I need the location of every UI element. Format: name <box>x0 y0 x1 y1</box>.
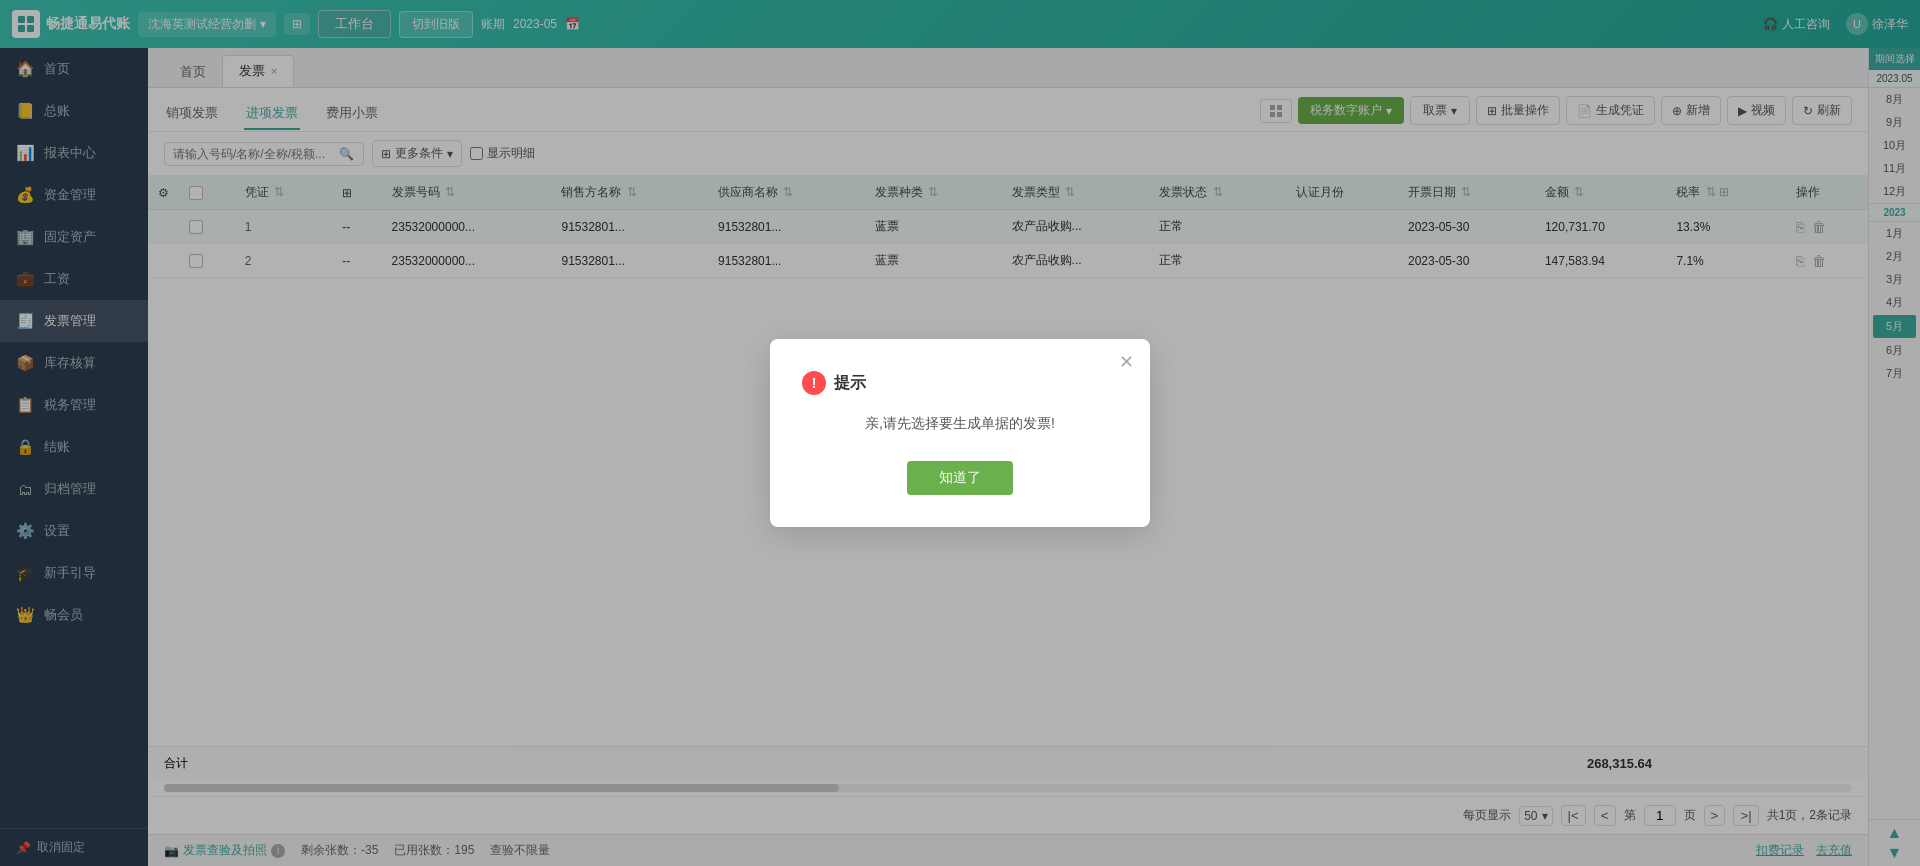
modal-warning-icon: ! <box>802 371 826 395</box>
modal-message: 亲,请先选择要生成单据的发票! <box>802 415 1118 433</box>
modal-title-text: 提示 <box>834 373 866 394</box>
modal-title-area: ! 提示 <box>802 371 1118 395</box>
modal-dialog: ✕ ! 提示 亲,请先选择要生成单据的发票! 知道了 <box>770 339 1150 527</box>
modal-overlay[interactable]: ✕ ! 提示 亲,请先选择要生成单据的发票! 知道了 <box>0 0 1920 866</box>
modal-footer: 知道了 <box>802 461 1118 495</box>
modal-close-icon[interactable]: ✕ <box>1119 351 1134 373</box>
modal-ok-button[interactable]: 知道了 <box>907 461 1013 495</box>
